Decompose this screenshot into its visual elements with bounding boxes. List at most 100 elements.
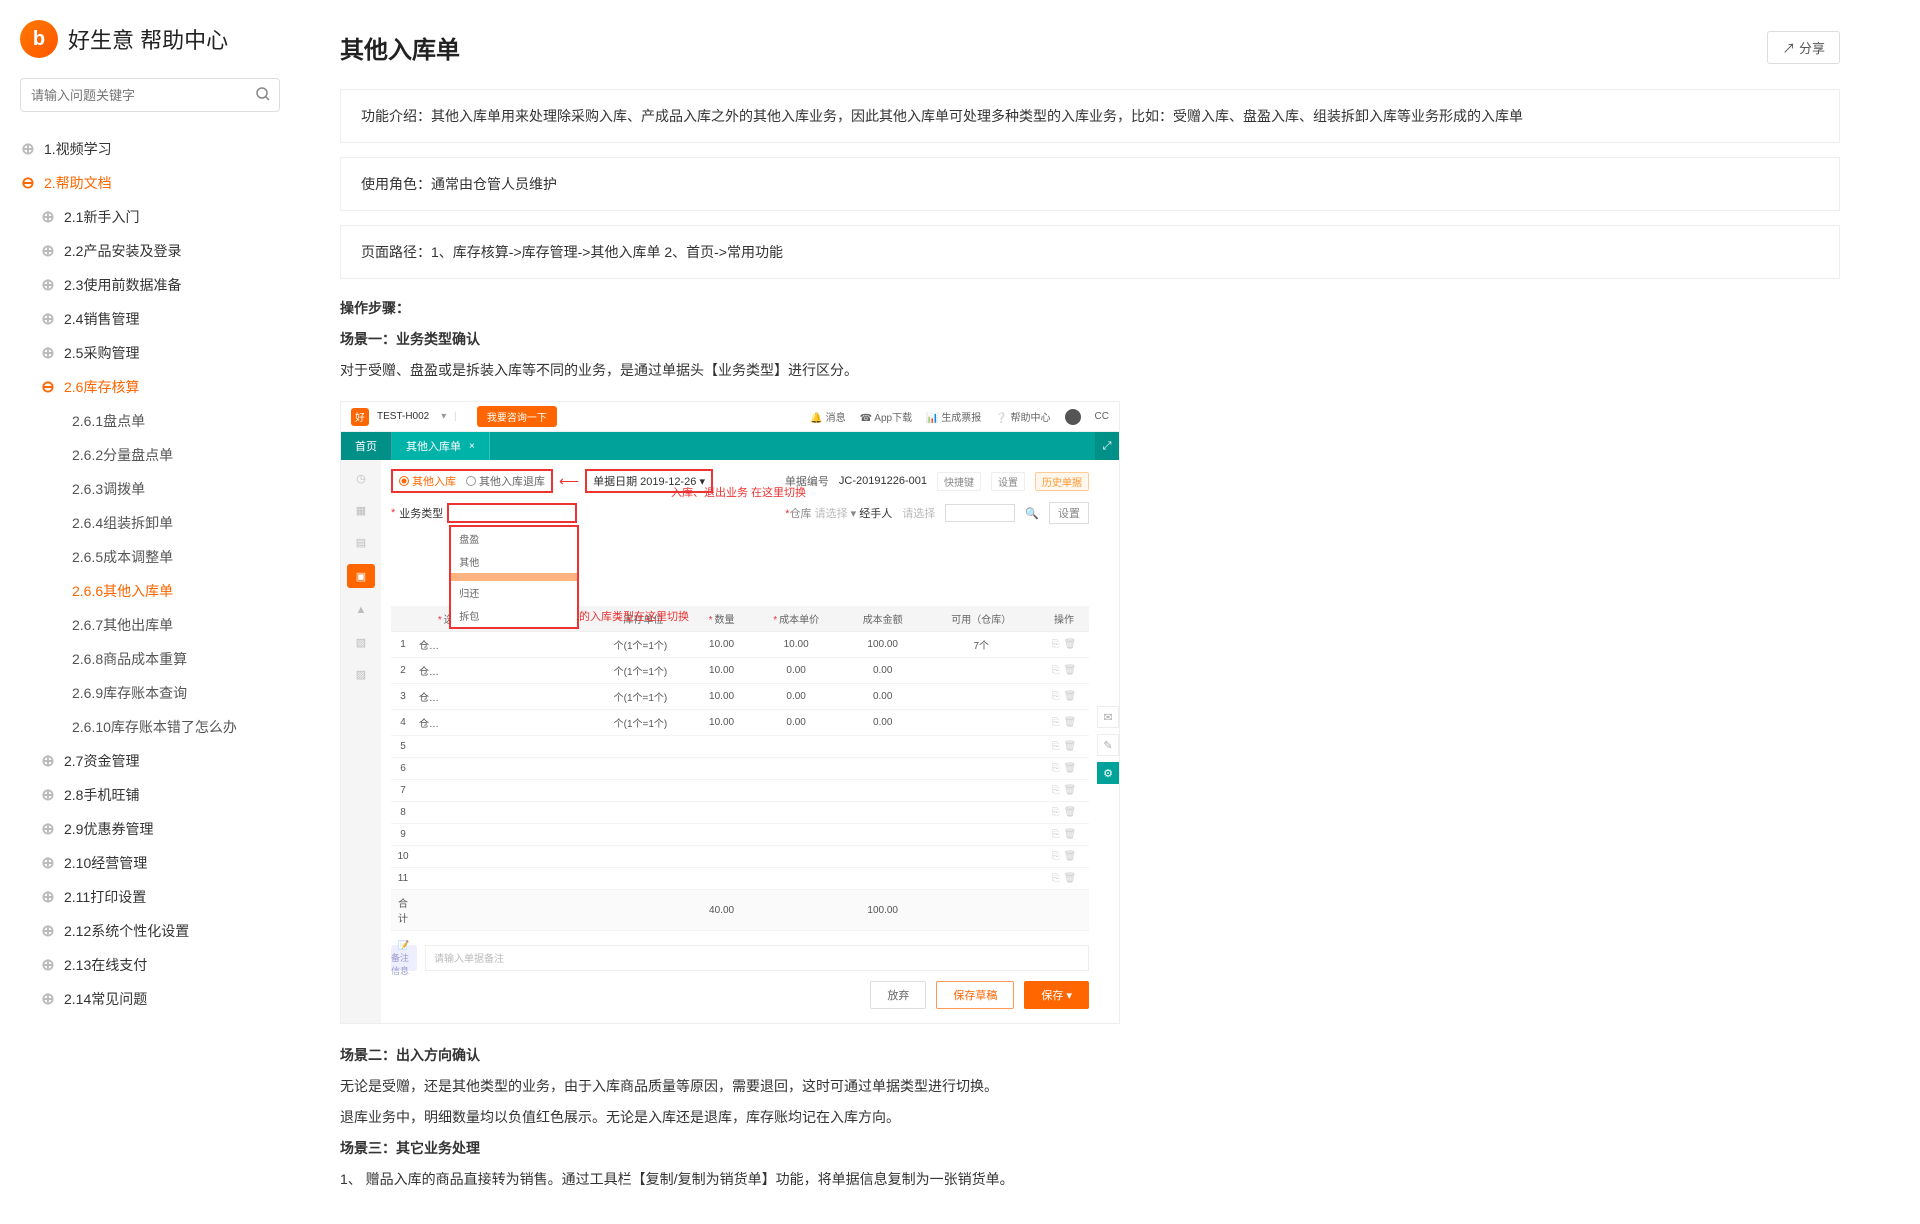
table-row[interactable]: 4仓…个(1个=1个)10.000.000.00⎘🗑: [391, 710, 1089, 736]
table-row[interactable]: 2仓…个(1个=1个)10.000.000.00⎘🗑: [391, 658, 1089, 684]
table-row[interactable]: 5⎘🗑: [391, 736, 1089, 758]
nav-item-28[interactable]: ⊕2.8手机旺铺: [20, 778, 300, 812]
copy-icon[interactable]: ⎘: [1052, 763, 1060, 774]
table-row[interactable]: 6⎘🗑: [391, 758, 1089, 780]
nav-item-29[interactable]: ⊕2.9优惠券管理: [20, 812, 300, 846]
search-input[interactable]: [20, 78, 280, 112]
nav-item-211[interactable]: ⊕2.11打印设置: [20, 880, 300, 914]
tab-other-inbound[interactable]: 其他入库单×: [392, 432, 490, 460]
leftbar-icon[interactable]: ▤: [351, 532, 371, 552]
msg-link[interactable]: 🔔 消息: [810, 409, 845, 424]
table-row[interactable]: 1仓…个(1个=1个)10.0010.00100.007个⎘🗑: [391, 632, 1089, 658]
site-logo[interactable]: b 好生意 帮助中心: [20, 20, 300, 58]
avatar-icon[interactable]: [1065, 409, 1081, 425]
nav-item-262[interactable]: 2.6.2分量盘点单: [20, 438, 300, 472]
expand-icon[interactable]: ⤢: [1095, 432, 1119, 460]
dd-item[interactable]: 盘盈: [451, 527, 577, 550]
nav-item-video[interactable]: ⊕1.视频学习: [20, 132, 300, 166]
maker-value[interactable]: 请选择: [902, 505, 935, 521]
nav-item-263[interactable]: 2.6.3调拨单: [20, 472, 300, 506]
close-icon[interactable]: ×: [469, 441, 475, 452]
pill-history[interactable]: 历史单据: [1035, 472, 1089, 491]
table-row[interactable]: 8⎘🗑: [391, 802, 1089, 824]
pill-settings[interactable]: 设置: [991, 472, 1025, 491]
leftbar-icon[interactable]: ▲: [351, 600, 371, 620]
nav-item-266[interactable]: 2.6.6其他入库单: [20, 574, 300, 608]
copy-icon[interactable]: ⎘: [1052, 665, 1060, 676]
nav-item-25[interactable]: ⊕2.5采购管理: [20, 336, 300, 370]
search-icon[interactable]: 🔍: [1025, 507, 1039, 520]
pill-shortcut[interactable]: 快捷键: [937, 472, 981, 491]
search-icon[interactable]: [252, 84, 274, 106]
delete-icon[interactable]: 🗑: [1064, 639, 1077, 650]
copy-icon[interactable]: ⎘: [1052, 851, 1060, 862]
delete-icon[interactable]: 🗑: [1064, 763, 1077, 774]
leftbar-icon[interactable]: ◷: [351, 468, 371, 488]
copy-icon[interactable]: ⎘: [1052, 741, 1060, 752]
nav-item-24[interactable]: ⊕2.4销售管理: [20, 302, 300, 336]
copy-icon[interactable]: ⎘: [1052, 873, 1060, 884]
help-link[interactable]: ❔ 帮助中心: [995, 409, 1050, 424]
nav-item-264[interactable]: 2.6.4组装拆卸单: [20, 506, 300, 540]
radio-inbound[interactable]: 其他入库: [399, 473, 456, 489]
delete-icon[interactable]: 🗑: [1064, 691, 1077, 702]
copy-icon[interactable]: ⎘: [1052, 785, 1060, 796]
copy-icon[interactable]: ⎘: [1052, 807, 1060, 818]
rightbar-icon[interactable]: ✎: [1097, 734, 1119, 756]
biztype-select[interactable]: 盘盈 其他 归还 拆包: [447, 503, 577, 523]
save-button[interactable]: 保存 ▾: [1024, 981, 1089, 1009]
delete-icon[interactable]: 🗑: [1064, 873, 1077, 884]
nav-item-214[interactable]: ⊕2.14常见问题: [20, 982, 300, 1016]
nav-item-212[interactable]: ⊕2.12系统个性化设置: [20, 914, 300, 948]
table-row[interactable]: 3仓…个(1个=1个)10.000.000.00⎘🗑: [391, 684, 1089, 710]
nav-item-23[interactable]: ⊕2.3使用前数据准备: [20, 268, 300, 302]
nav-item-210[interactable]: ⊕2.10经营管理: [20, 846, 300, 880]
nav-item-2610[interactable]: 2.6.10库存账本错了怎么办: [20, 710, 300, 744]
delete-icon[interactable]: 🗑: [1064, 741, 1077, 752]
dd-item[interactable]: 归还: [451, 581, 577, 604]
delete-icon[interactable]: 🗑: [1064, 665, 1077, 676]
nav-item-docs[interactable]: ⊖2.帮助文档: [20, 166, 300, 200]
nav-item-21[interactable]: ⊕2.1新手入门: [20, 200, 300, 234]
search-small-input[interactable]: [945, 504, 1015, 522]
table-row[interactable]: 7⎘🗑: [391, 780, 1089, 802]
leftbar-icon[interactable]: ▧: [351, 632, 371, 652]
gen-report-link[interactable]: 📊 生成票报: [926, 409, 981, 424]
tab-home[interactable]: 首页: [341, 432, 392, 460]
nav-item-268[interactable]: 2.6.8商品成本重算: [20, 642, 300, 676]
nav-item-22[interactable]: ⊕2.2产品安装及登录: [20, 234, 300, 268]
leftbar-icon[interactable]: ▨: [351, 664, 371, 684]
dd-item[interactable]: 其他: [451, 550, 577, 573]
app-download-link[interactable]: ☎ App下载: [860, 409, 912, 424]
nav-item-269[interactable]: 2.6.9库存账本查询: [20, 676, 300, 710]
delete-icon[interactable]: 🗑: [1064, 851, 1077, 862]
nav-item-27[interactable]: ⊕2.7资金管理: [20, 744, 300, 778]
delete-icon[interactable]: 🗑: [1064, 807, 1077, 818]
nav-item-267[interactable]: 2.6.7其他出库单: [20, 608, 300, 642]
rightbar-icon[interactable]: ✉: [1097, 706, 1119, 728]
table-row[interactable]: 9⎘🗑: [391, 824, 1089, 846]
table-row[interactable]: 11⎘🗑: [391, 868, 1089, 890]
leftbar-icon[interactable]: ▦: [351, 500, 371, 520]
nav-item-261[interactable]: 2.6.1盘点单: [20, 404, 300, 438]
dd-item-highlighted[interactable]: [451, 573, 577, 581]
consult-button[interactable]: 我要咨询一下: [477, 406, 557, 427]
nav-item-213[interactable]: ⊕2.13在线支付: [20, 948, 300, 982]
dd-item[interactable]: 拆包: [451, 604, 577, 627]
copy-icon[interactable]: ⎘: [1052, 829, 1060, 840]
delete-icon[interactable]: 🗑: [1064, 829, 1077, 840]
copy-icon[interactable]: ⎘: [1052, 639, 1060, 650]
nav-item-265[interactable]: 2.6.5成本调整单: [20, 540, 300, 574]
copy-icon[interactable]: ⎘: [1052, 691, 1060, 702]
delete-icon[interactable]: 🗑: [1064, 785, 1077, 796]
gear-button[interactable]: 设置: [1049, 502, 1089, 524]
nav-item-26[interactable]: ⊖2.6库存核算: [20, 370, 300, 404]
save-draft-button[interactable]: 保存草稿: [936, 981, 1014, 1009]
copy-icon[interactable]: ⎘: [1052, 717, 1060, 728]
table-row[interactable]: 10⎘🗑: [391, 846, 1089, 868]
delete-icon[interactable]: 🗑: [1064, 717, 1077, 728]
discard-button[interactable]: 放弃: [870, 981, 926, 1009]
rightbar-icon-active[interactable]: ⚙: [1097, 762, 1119, 784]
radio-return[interactable]: 其他入库退库: [466, 473, 545, 489]
leftbar-icon-active[interactable]: ▣: [347, 564, 375, 588]
